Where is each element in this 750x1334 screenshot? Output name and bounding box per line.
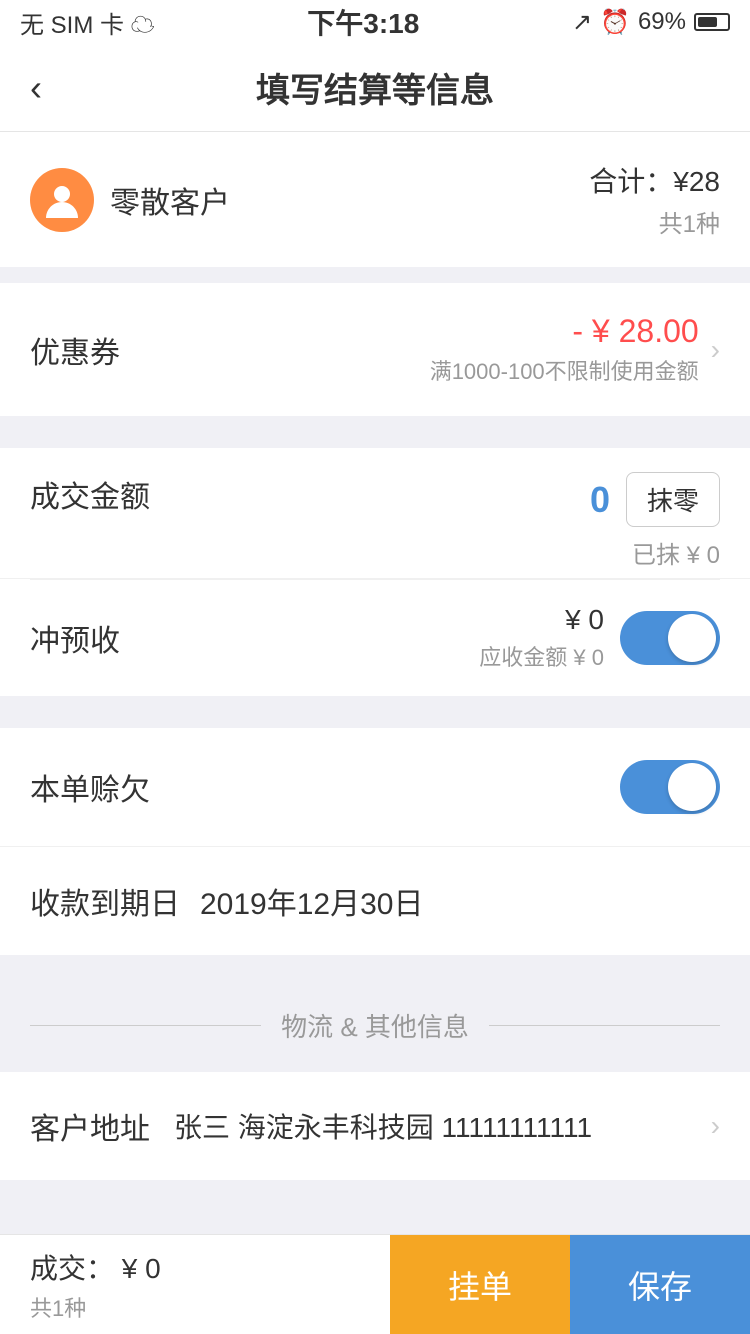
due-date-value[interactable]: 2019年12月30日: [200, 879, 423, 923]
round-button[interactable]: 抹零: [626, 472, 720, 527]
status-right: ↗ ⏰ 69%: [572, 8, 730, 37]
already-rounded-text: 已抹 ¥ 0: [632, 535, 720, 570]
due-date-label: 收款到期日: [30, 879, 180, 923]
bottom-bar: 成交： ¥ 0 共1种 挂单 保存: [0, 1234, 750, 1334]
no-sim-text: 无 SIM 卡 ☁: [20, 5, 155, 40]
battery-icon: [694, 13, 730, 31]
customer-left: 零散客户: [30, 168, 230, 232]
status-bar: 无 SIM 卡 ☁ 下午3:18 ↗ ⏰ 69%: [0, 0, 750, 44]
discount-desc: 满1000-100不限制使用金额: [430, 354, 699, 386]
nav-bar: ‹ 填写结算等信息: [0, 44, 750, 132]
status-left: 无 SIM 卡 ☁: [20, 5, 155, 40]
bottom-info: 成交： ¥ 0 共1种: [0, 1235, 390, 1334]
total-count: 共1种: [589, 204, 720, 239]
coupon-label: 优惠券: [30, 328, 120, 372]
chevron-right-icon: ›: [711, 334, 720, 366]
coupon-right: - ¥ 28.00 满1000-100不限制使用金额 ›: [430, 313, 720, 386]
deduct-right: ¥ 0 应收金额 ¥ 0: [479, 604, 720, 672]
deduct-prepay-label: 冲预收: [30, 616, 120, 660]
transaction-row: 成交金额 0 抹零 已抹 ¥ 0: [0, 448, 750, 579]
deduct-prepay-toggle[interactable]: [620, 611, 720, 665]
discount-amount: - ¥ 28.00: [430, 313, 699, 350]
logistics-header: 物流 & 其他信息: [0, 987, 750, 1064]
deduct-main-value: ¥ 0: [479, 604, 604, 636]
header-line-right: [489, 1025, 720, 1026]
transaction-section: 成交金额 0 抹零 已抹 ¥ 0 冲预收 ¥ 0 应收金额 ¥ 0: [0, 448, 750, 696]
transaction-label: 成交金额: [30, 472, 150, 516]
bottom-transaction: 成交： ¥ 0: [30, 1247, 360, 1287]
customer-row: 零散客户 合计：¥28 共1种: [0, 132, 750, 267]
customer-section: 零散客户 合计：¥28 共1种: [0, 132, 750, 267]
due-date-row: 收款到期日 2019年12月30日: [0, 847, 750, 955]
address-label: 客户地址: [30, 1104, 150, 1148]
coupon-value: - ¥ 28.00 满1000-100不限制使用金额: [430, 313, 699, 386]
avatar: [30, 168, 94, 232]
bottom-transaction-label: 成交：: [30, 1253, 114, 1284]
header-line-left: [30, 1025, 261, 1026]
save-button[interactable]: 保存: [570, 1235, 750, 1334]
alarm-icon: ⏰: [600, 8, 630, 37]
bottom-transaction-value: ¥ 0: [122, 1253, 161, 1284]
toggle-knob: [668, 614, 716, 662]
address-chevron-icon: ›: [711, 1110, 720, 1142]
coupon-section[interactable]: 优惠券 - ¥ 28.00 满1000-100不限制使用金额 ›: [0, 283, 750, 416]
customer-right: 合计：¥28 共1种: [589, 160, 720, 239]
bottom-count: 共1种: [30, 1291, 360, 1323]
deduct-value: ¥ 0 应收金额 ¥ 0: [479, 604, 604, 672]
back-button[interactable]: ‹: [30, 67, 42, 109]
debt-toggle[interactable]: [620, 760, 720, 814]
debt-label: 本单赊欠: [30, 765, 150, 809]
debt-row: 本单赊欠: [0, 728, 750, 847]
total-amount: 合计：¥28: [589, 160, 720, 200]
battery-text: 69%: [638, 8, 686, 36]
deduct-prepay-row: 冲预收 ¥ 0 应收金额 ¥ 0: [0, 580, 750, 696]
address-value: 张三 海淀永丰科技园 11111111111: [174, 1106, 711, 1146]
debt-section: 本单赊欠 收款到期日 2019年12月30日: [0, 728, 750, 955]
transaction-value[interactable]: 0: [530, 479, 610, 521]
status-time: 下午3:18: [307, 2, 419, 42]
address-section[interactable]: 客户地址 张三 海淀永丰科技园 11111111111 ›: [0, 1072, 750, 1180]
pending-button[interactable]: 挂单: [390, 1235, 570, 1334]
location-icon: ↗: [572, 8, 592, 37]
deduct-sub-value: 应收金额 ¥ 0: [479, 640, 604, 672]
customer-name: 零散客户: [110, 178, 230, 222]
page-title: 填写结算等信息: [256, 63, 494, 112]
debt-toggle-knob: [668, 763, 716, 811]
address-row[interactable]: 客户地址 张三 海淀永丰科技园 11111111111 ›: [0, 1072, 750, 1180]
coupon-row[interactable]: 优惠券 - ¥ 28.00 满1000-100不限制使用金额 ›: [0, 283, 750, 416]
logistics-label: 物流 & 其他信息: [261, 1007, 489, 1044]
